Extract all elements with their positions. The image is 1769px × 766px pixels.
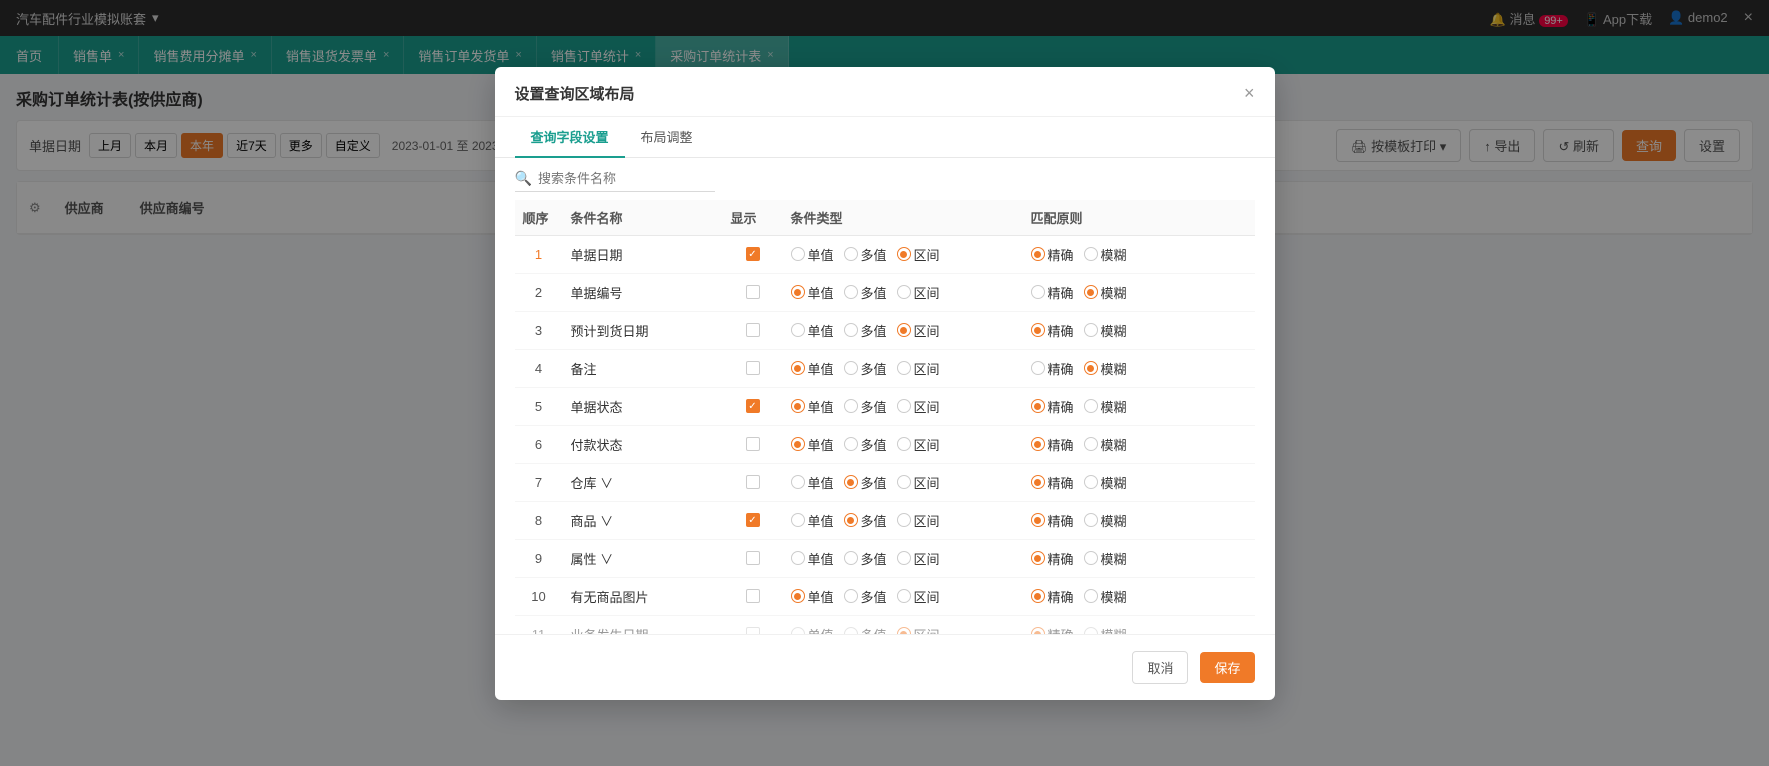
row-show-cb[interactable] [723,475,783,489]
row-type: 单值 多值 区间 [783,359,1023,378]
row-type: 单值 多值 区间 [783,435,1023,454]
table-row: 9 属性 ∨ 单值 多值 区间 精确 模糊 [515,540,1255,578]
dialog-footer: 取消 保存 [495,634,1275,700]
search-icon: 🔍 [515,170,532,187]
row-match: 精确 模糊 [1023,473,1223,492]
dialog: 设置查询区域布局 × 查询字段设置 布局调整 🔍 顺序 条件名称 显示 条件类型… [495,67,1275,700]
radio-fuzzy[interactable] [1084,247,1098,261]
row-match: 精确 模糊 [1023,359,1223,378]
table-row: 10 有无商品图片 单值 多值 区间 精确 模糊 [515,578,1255,616]
row-match: 精确 模糊 [1023,321,1223,340]
row-order: 7 [515,475,563,490]
row-show-cb[interactable] [723,551,783,565]
col-order: 顺序 [515,208,563,227]
row-order: 4 [515,361,563,376]
row-show-cb[interactable] [723,285,783,299]
row-type: 单值 多值 区间 [783,587,1023,606]
row-order: 10 [515,589,563,604]
row-order: 8 [515,513,563,528]
row-type: 单值 多值 区间 [783,549,1023,568]
row-type: 单值 多值 区间 [783,245,1023,264]
row-type: 单值 多值 区间 [783,397,1023,416]
table-row: 8 商品 ∨ ✓ 单值 多值 区间 精确 模糊 [515,502,1255,540]
row-name: 属性 ∨ [563,549,723,568]
row-type: 单值 多值 区间 [783,283,1023,302]
dialog-tabs: 查询字段设置 布局调整 [495,117,1275,158]
dialog-close-button[interactable]: × [1244,84,1255,102]
row-show-cb[interactable] [723,627,783,634]
table-row: 3 预计到货日期 单值 多值 区间 精确 模糊 [515,312,1255,350]
dialog-overlay: 设置查询区域布局 × 查询字段设置 布局调整 🔍 顺序 条件名称 显示 条件类型… [0,0,1769,766]
row-show-cb[interactable] [723,437,783,451]
row-type: 单值 多值 区间 [783,321,1023,340]
row-order: 1 [515,247,563,262]
table-row: 2 单据编号 单值 多值 区间 精确 模糊 [515,274,1255,312]
row-order: 9 [515,551,563,566]
row-show-cb[interactable] [723,589,783,603]
col-match: 匹配原则 [1023,208,1223,227]
row-match: 精确 模糊 [1023,549,1223,568]
radio-single[interactable] [791,247,805,261]
row-match: 精确 模糊 [1023,397,1223,416]
radio-exact[interactable] [1031,247,1045,261]
col-name: 条件名称 [563,208,723,227]
table-row: 5 单据状态 ✓ 单值 多值 区间 精确 模糊 [515,388,1255,426]
row-match: 精确 模糊 [1023,245,1223,264]
dialog-tab-fields[interactable]: 查询字段设置 [515,117,625,158]
row-name: 备注 [563,359,723,378]
row-name: 付款状态 [563,435,723,454]
row-show-cb[interactable] [723,323,783,337]
row-show-cb[interactable]: ✓ [723,513,783,527]
save-button[interactable]: 保存 [1200,652,1254,683]
row-type: 单值 多值 区间 [783,473,1023,492]
row-type: 单值 多值 区间 [783,511,1023,530]
dialog-title: 设置查询区域布局 [515,83,635,104]
row-match: 精确 模糊 [1023,435,1223,454]
table-row: 11 业务发生日期 单值 多值 区间 精确 模糊 [515,616,1255,634]
dialog-search-area: 🔍 [495,158,1275,200]
row-name: 单据状态 [563,397,723,416]
cancel-button[interactable]: 取消 [1132,651,1188,684]
row-match: 精确 模糊 [1023,511,1223,530]
search-input[interactable] [538,171,698,186]
dialog-header: 设置查询区域布局 × [495,67,1275,117]
row-order: 2 [515,285,563,300]
row-match: 精确 模糊 [1023,283,1223,302]
row-name: 业务发生日期 [563,625,723,634]
row-show-cb[interactable]: ✓ [723,399,783,413]
row-order: 3 [515,323,563,338]
table-row: 1 单据日期 ✓ 单值 多值 区间 精确 模糊 [515,236,1255,274]
row-order: 6 [515,437,563,452]
row-name: 单据日期 [563,245,723,264]
table-row: 6 付款状态 单值 多值 区间 精确 模糊 [515,426,1255,464]
dialog-tab-layout[interactable]: 布局调整 [625,117,709,158]
row-match: 精确 模糊 [1023,625,1223,634]
col-show: 显示 [723,208,783,227]
dialog-table-header: 顺序 条件名称 显示 条件类型 匹配原则 [515,200,1255,236]
row-name: 仓库 ∨ [563,473,723,492]
search-wrap: 🔍 [515,170,715,192]
row-order: 5 [515,399,563,414]
col-type: 条件类型 [783,208,1023,227]
row-name: 预计到货日期 [563,321,723,340]
row-type: 单值 多值 区间 [783,625,1023,634]
row-name: 单据编号 [563,283,723,302]
radio-range[interactable] [897,247,911,261]
dialog-table: 顺序 条件名称 显示 条件类型 匹配原则 1 单据日期 ✓ 单值 多值 区间 [495,200,1275,634]
table-row: 4 备注 单值 多值 区间 精确 模糊 [515,350,1255,388]
row-name: 有无商品图片 [563,587,723,606]
row-order: 11 [515,627,563,634]
row-match: 精确 模糊 [1023,587,1223,606]
radio-multi[interactable] [844,247,858,261]
table-row: 7 仓库 ∨ 单值 多值 区间 精确 模糊 [515,464,1255,502]
row-name: 商品 ∨ [563,511,723,530]
row-show-cb[interactable] [723,361,783,375]
row-show-cb[interactable]: ✓ [723,247,783,261]
